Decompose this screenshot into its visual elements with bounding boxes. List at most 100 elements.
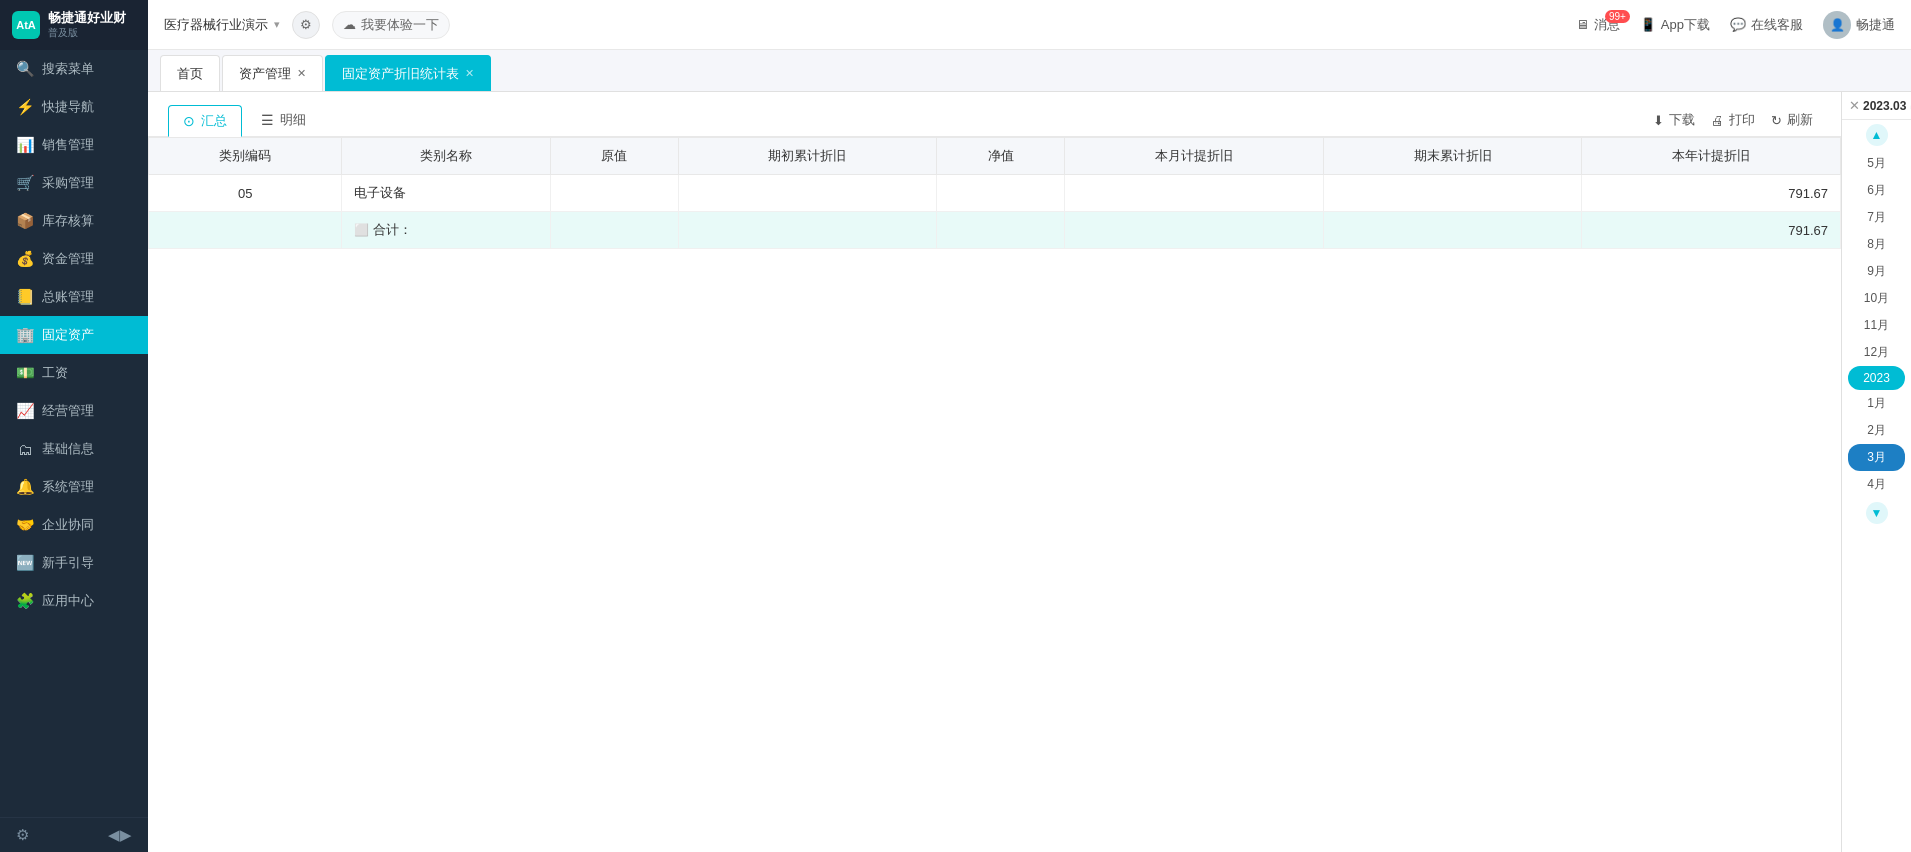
tab-fixed-asset-depr[interactable]: 固定资产折旧统计表✕ — [325, 55, 491, 91]
customer-service-label: 在线客服 — [1751, 16, 1803, 34]
cell-annual-depr: 791.67 — [1582, 175, 1841, 212]
download-icon: ⬇ — [1653, 113, 1664, 128]
nav-icon-quick-nav: ⚡ — [16, 98, 34, 116]
date-scroll-down-button[interactable]: ▼ — [1866, 502, 1888, 524]
company-selector[interactable]: 医疗器械行业演示 ▾ — [164, 16, 280, 34]
app-title: 畅捷通好业财 — [48, 10, 126, 26]
topbar-right: 🖥 消息 99+ 📱 App下载 💬 在线客服 👤 畅捷通 — [1576, 11, 1895, 39]
customer-service-button[interactable]: 💬 在线客服 — [1730, 16, 1803, 34]
download-label: 下载 — [1669, 111, 1695, 129]
summary-label: 汇总 — [201, 112, 227, 130]
sidebar-item-guide[interactable]: 🆕新手引导 — [0, 544, 148, 582]
settings-icon[interactable]: ⚙ — [16, 826, 29, 844]
date-month-11[interactable]: 11月 — [1842, 312, 1911, 339]
sidebar-item-quick-nav[interactable]: ⚡快捷导航 — [0, 88, 148, 126]
date-year-2023[interactable]: 2023 — [1848, 366, 1905, 390]
cell-name: 电子设备 — [342, 175, 550, 212]
cell-net — [937, 175, 1065, 212]
sidebar-item-search[interactable]: 🔍搜索菜单 — [0, 50, 148, 88]
date-panel-title: 2023.03 — [1863, 99, 1906, 113]
date-panel: ✕ 2023.03 ⤢ ▲ 5月 6月 7月 8月 9月 10月 11月 12月… — [1841, 92, 1911, 852]
message-button[interactable]: 🖥 消息 99+ — [1576, 16, 1620, 34]
sidebar-item-fixed-asset[interactable]: 🏢固定资产 — [0, 316, 148, 354]
total-net — [937, 212, 1065, 249]
nav-icon-payroll: 💵 — [16, 364, 34, 382]
date-month-2[interactable]: 2月 — [1842, 417, 1911, 444]
tab-close-asset-mgmt[interactable]: ✕ — [297, 67, 306, 80]
sidebar-item-payroll[interactable]: 💵工资 — [0, 354, 148, 392]
date-panel-expand-button[interactable]: ⤢ — [1906, 98, 1911, 113]
total-monthly-depr — [1065, 212, 1324, 249]
subtab-summary[interactable]: ⊙ 汇总 — [168, 105, 242, 137]
tab-asset-mgmt[interactable]: 资产管理 ✕ — [222, 55, 323, 91]
sidebar: AtA 畅捷通好业财 普及版 🔍搜索菜单⚡快捷导航📊销售管理🛒采购管理📦库存核算… — [0, 0, 148, 852]
date-month-1[interactable]: 1月 — [1842, 390, 1911, 417]
date-scroll-up-button[interactable]: ▲ — [1866, 124, 1888, 146]
col-annual-depr: 本年计提折旧 — [1582, 138, 1841, 175]
sidebar-header: AtA 畅捷通好业财 普及版 — [0, 0, 148, 50]
nav-label-finance: 资金管理 — [42, 250, 94, 268]
service-icon: 💬 — [1730, 17, 1746, 32]
total-end-accum — [1323, 212, 1582, 249]
col-net: 净值 — [937, 138, 1065, 175]
toolbar-right: ⬇ 下载 🖨 打印 ↻ 刷新 — [1645, 107, 1821, 133]
user-menu[interactable]: 👤 畅捷通 — [1823, 11, 1895, 39]
refresh-icon: ↻ — [1771, 113, 1782, 128]
nav-icon-basic-info: 🗂 — [16, 441, 34, 458]
date-month-9[interactable]: 9月 — [1842, 258, 1911, 285]
download-button[interactable]: ⬇ 下载 — [1645, 107, 1703, 133]
print-button[interactable]: 🖨 打印 — [1703, 107, 1763, 133]
total-icon: ⬜ — [354, 223, 369, 237]
col-monthly-depr: 本月计提折旧 — [1065, 138, 1324, 175]
collapse-icon[interactable]: ◀▶ — [108, 826, 132, 844]
sidebar-item-operations[interactable]: 📈经营管理 — [0, 392, 148, 430]
sidebar-item-finance[interactable]: 💰资金管理 — [0, 240, 148, 278]
date-month-7[interactable]: 7月 — [1842, 204, 1911, 231]
nav-icon-system: 🔔 — [16, 478, 34, 496]
table-row: 05 电子设备 791.67 — [149, 175, 1841, 212]
sidebar-item-enterprise[interactable]: 🤝企业协同 — [0, 506, 148, 544]
sidebar-item-inventory[interactable]: 📦库存核算 — [0, 202, 148, 240]
sidebar-nav: 🔍搜索菜单⚡快捷导航📊销售管理🛒采购管理📦库存核算💰资金管理📒总账管理🏢固定资产… — [0, 50, 148, 620]
nav-icon-enterprise: 🤝 — [16, 516, 34, 534]
sidebar-item-ledger[interactable]: 📒总账管理 — [0, 278, 148, 316]
subtabbar: ⊙ 汇总 ☰ 明细 ⬇ 下载 🖨 打印 — [148, 92, 1841, 137]
date-panel-close-button[interactable]: ✕ — [1846, 98, 1863, 113]
nav-label-inventory: 库存核算 — [42, 212, 94, 230]
date-month-10[interactable]: 10月 — [1842, 285, 1911, 312]
sidebar-item-sales[interactable]: 📊销售管理 — [0, 126, 148, 164]
sidebar-item-app-center[interactable]: 🧩应用中心 — [0, 582, 148, 620]
settings-button[interactable]: ⚙ — [292, 11, 320, 39]
app-download-label: App下载 — [1661, 16, 1710, 34]
sidebar-item-purchase[interactable]: 🛒采购管理 — [0, 164, 148, 202]
experience-label: 我要体验一下 — [361, 16, 439, 34]
date-month-4[interactable]: 4月 — [1842, 471, 1911, 498]
sidebar-footer: ⚙ ◀▶ — [0, 817, 148, 852]
date-month-8[interactable]: 8月 — [1842, 231, 1911, 258]
experience-button[interactable]: ☁ 我要体验一下 — [332, 11, 450, 39]
tab-home[interactable]: 首页 — [160, 55, 220, 91]
subtab-detail[interactable]: ☰ 明细 — [246, 104, 321, 136]
tab-label-asset-mgmt: 资产管理 — [239, 65, 291, 83]
sidebar-item-system[interactable]: 🔔系统管理 — [0, 468, 148, 506]
nav-icon-app-center: 🧩 — [16, 592, 34, 610]
date-month-5[interactable]: 5月 — [1842, 150, 1911, 177]
tab-close-fixed-asset-depr[interactable]: ✕ — [465, 67, 474, 80]
table-wrap: 类别编码 类别名称 原值 期初累计折旧 净值 本月计提折旧 期末累计折旧 本年计… — [148, 137, 1841, 852]
nav-label-basic-info: 基础信息 — [42, 440, 94, 458]
data-table: 类别编码 类别名称 原值 期初累计折旧 净值 本月计提折旧 期末累计折旧 本年计… — [148, 137, 1841, 249]
date-month-6[interactable]: 6月 — [1842, 177, 1911, 204]
date-month-3[interactable]: 3月 — [1848, 444, 1905, 471]
nav-icon-guide: 🆕 — [16, 554, 34, 572]
refresh-button[interactable]: ↻ 刷新 — [1763, 107, 1821, 133]
sidebar-item-basic-info[interactable]: 🗂 基础信息 — [0, 430, 148, 468]
print-label: 打印 — [1729, 111, 1755, 129]
date-list: ▲ 5月 6月 7月 8月 9月 10月 11月 12月 2023 1月 2月 … — [1842, 120, 1911, 852]
app-download-button[interactable]: 📱 App下载 — [1640, 16, 1710, 34]
nav-icon-purchase: 🛒 — [16, 174, 34, 192]
date-month-12[interactable]: 12月 — [1842, 339, 1911, 366]
sidebar-title-wrap: 畅捷通好业财 普及版 — [48, 10, 126, 40]
app-icon: 📱 — [1640, 17, 1656, 32]
message-badge: 99+ — [1605, 10, 1630, 23]
col-name: 类别名称 — [342, 138, 550, 175]
